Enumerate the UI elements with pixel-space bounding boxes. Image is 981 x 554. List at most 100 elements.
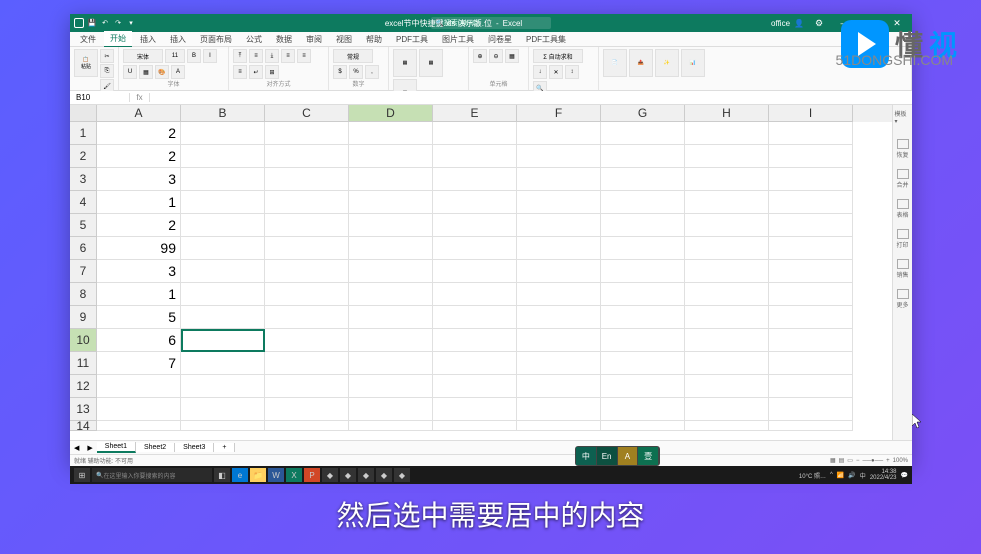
cell[interactable] xyxy=(265,421,349,431)
cell[interactable] xyxy=(433,398,517,421)
cell[interactable] xyxy=(601,191,685,214)
cell[interactable] xyxy=(349,329,433,352)
cell[interactable] xyxy=(349,122,433,145)
cell[interactable] xyxy=(181,375,265,398)
cell[interactable] xyxy=(181,398,265,421)
cell[interactable] xyxy=(517,352,601,375)
cell[interactable] xyxy=(601,260,685,283)
conditional-format-button[interactable]: ▦ xyxy=(393,49,417,77)
cell[interactable] xyxy=(601,168,685,191)
cell[interactable] xyxy=(433,191,517,214)
cell[interactable] xyxy=(433,421,517,431)
cell[interactable] xyxy=(265,329,349,352)
cell[interactable] xyxy=(769,191,853,214)
cell[interactable]: 2 xyxy=(97,122,181,145)
col-header-d[interactable]: D xyxy=(349,105,433,122)
cell[interactable] xyxy=(685,421,769,431)
cell[interactable] xyxy=(601,421,685,431)
weather-widget[interactable]: 10°C 照… xyxy=(799,471,826,480)
cell[interactable] xyxy=(349,398,433,421)
start-button[interactable]: ⊞ xyxy=(74,468,90,482)
cell[interactable] xyxy=(769,421,853,431)
cell[interactable] xyxy=(601,283,685,306)
side-table[interactable]: 表格 xyxy=(895,199,911,219)
sheet-add-button[interactable]: + xyxy=(214,443,235,452)
cell[interactable] xyxy=(433,260,517,283)
app-excel-icon[interactable]: X xyxy=(286,468,302,482)
cell[interactable] xyxy=(685,375,769,398)
side-merge[interactable]: 合并 xyxy=(895,169,911,189)
zoom-level[interactable]: 100% xyxy=(893,458,908,464)
taskbar-search[interactable]: 🔍 在这里输入你要搜索的内容 xyxy=(92,468,212,482)
font-name-select[interactable]: 宋体 xyxy=(123,49,163,63)
cell[interactable] xyxy=(517,168,601,191)
cell[interactable] xyxy=(433,237,517,260)
underline-button[interactable]: U xyxy=(123,65,137,79)
cell[interactable] xyxy=(517,260,601,283)
fx-icon[interactable]: fx xyxy=(130,93,150,102)
tab-insert[interactable]: 插入 xyxy=(134,32,162,47)
select-all-corner[interactable] xyxy=(70,105,97,122)
app-explorer-icon[interactable]: 📁 xyxy=(250,468,266,482)
app-word-icon[interactable]: W xyxy=(268,468,284,482)
col-header-c[interactable]: C xyxy=(265,105,349,122)
cell[interactable] xyxy=(601,352,685,375)
row-header[interactable]: 2 xyxy=(70,145,97,168)
currency-button[interactable]: $ xyxy=(333,65,347,79)
fill-button[interactable]: ↓ xyxy=(533,65,547,79)
border-button[interactable]: ▦ xyxy=(139,65,153,79)
cell[interactable] xyxy=(349,421,433,431)
cell[interactable] xyxy=(769,237,853,260)
cell[interactable] xyxy=(601,375,685,398)
cell[interactable] xyxy=(433,352,517,375)
cell[interactable] xyxy=(181,329,265,352)
cell[interactable] xyxy=(601,122,685,145)
align-bottom-button[interactable]: ⤓ xyxy=(265,49,279,63)
cell[interactable] xyxy=(181,122,265,145)
notifications-icon[interactable]: 💬 xyxy=(901,472,908,479)
cell[interactable] xyxy=(517,237,601,260)
sort-button[interactable]: ↕ xyxy=(565,65,579,79)
cell[interactable] xyxy=(769,306,853,329)
row-header[interactable]: 1 xyxy=(70,122,97,145)
taskbar-date[interactable]: 2022/4/23 xyxy=(870,475,897,481)
number-format-select[interactable]: 常规 xyxy=(333,49,373,63)
cell[interactable] xyxy=(685,398,769,421)
cell[interactable] xyxy=(433,375,517,398)
cell[interactable] xyxy=(517,306,601,329)
cell[interactable] xyxy=(349,260,433,283)
smart-button[interactable]: ✨ xyxy=(655,49,679,77)
cell[interactable]: 99 xyxy=(97,237,181,260)
cell[interactable] xyxy=(685,329,769,352)
cell[interactable]: 1 xyxy=(97,283,181,306)
cell[interactable] xyxy=(601,329,685,352)
tray-ime[interactable]: 中 xyxy=(860,471,866,480)
tab-image[interactable]: 图片工具 xyxy=(436,32,480,47)
cell[interactable] xyxy=(181,237,265,260)
cell[interactable] xyxy=(601,214,685,237)
row-header[interactable]: 5 xyxy=(70,214,97,237)
qat-undo-icon[interactable]: ↶ xyxy=(100,18,110,28)
view-layout-icon[interactable]: ▤ xyxy=(839,457,845,464)
cell[interactable] xyxy=(685,352,769,375)
cell[interactable] xyxy=(769,283,853,306)
side-sales[interactable]: 销售 xyxy=(895,259,911,279)
fill-color-button[interactable]: 🎨 xyxy=(155,65,169,79)
cell[interactable] xyxy=(769,214,853,237)
cell[interactable] xyxy=(265,168,349,191)
cell[interactable] xyxy=(349,237,433,260)
cell[interactable] xyxy=(433,122,517,145)
font-color-button[interactable]: A xyxy=(171,65,185,79)
align-right-button[interactable]: ≡ xyxy=(233,65,247,79)
row-header[interactable]: 12 xyxy=(70,375,97,398)
wrap-text-button[interactable]: ↵ xyxy=(249,65,263,79)
cell[interactable] xyxy=(265,283,349,306)
cell[interactable] xyxy=(349,375,433,398)
side-print[interactable]: 打印 xyxy=(895,229,911,249)
font-size-select[interactable]: 11 xyxy=(165,49,185,63)
cell[interactable]: 5 xyxy=(97,306,181,329)
qat-save-icon[interactable]: 💾 xyxy=(87,18,97,28)
cell[interactable] xyxy=(685,122,769,145)
cell[interactable] xyxy=(181,191,265,214)
cell[interactable]: 2 xyxy=(97,214,181,237)
